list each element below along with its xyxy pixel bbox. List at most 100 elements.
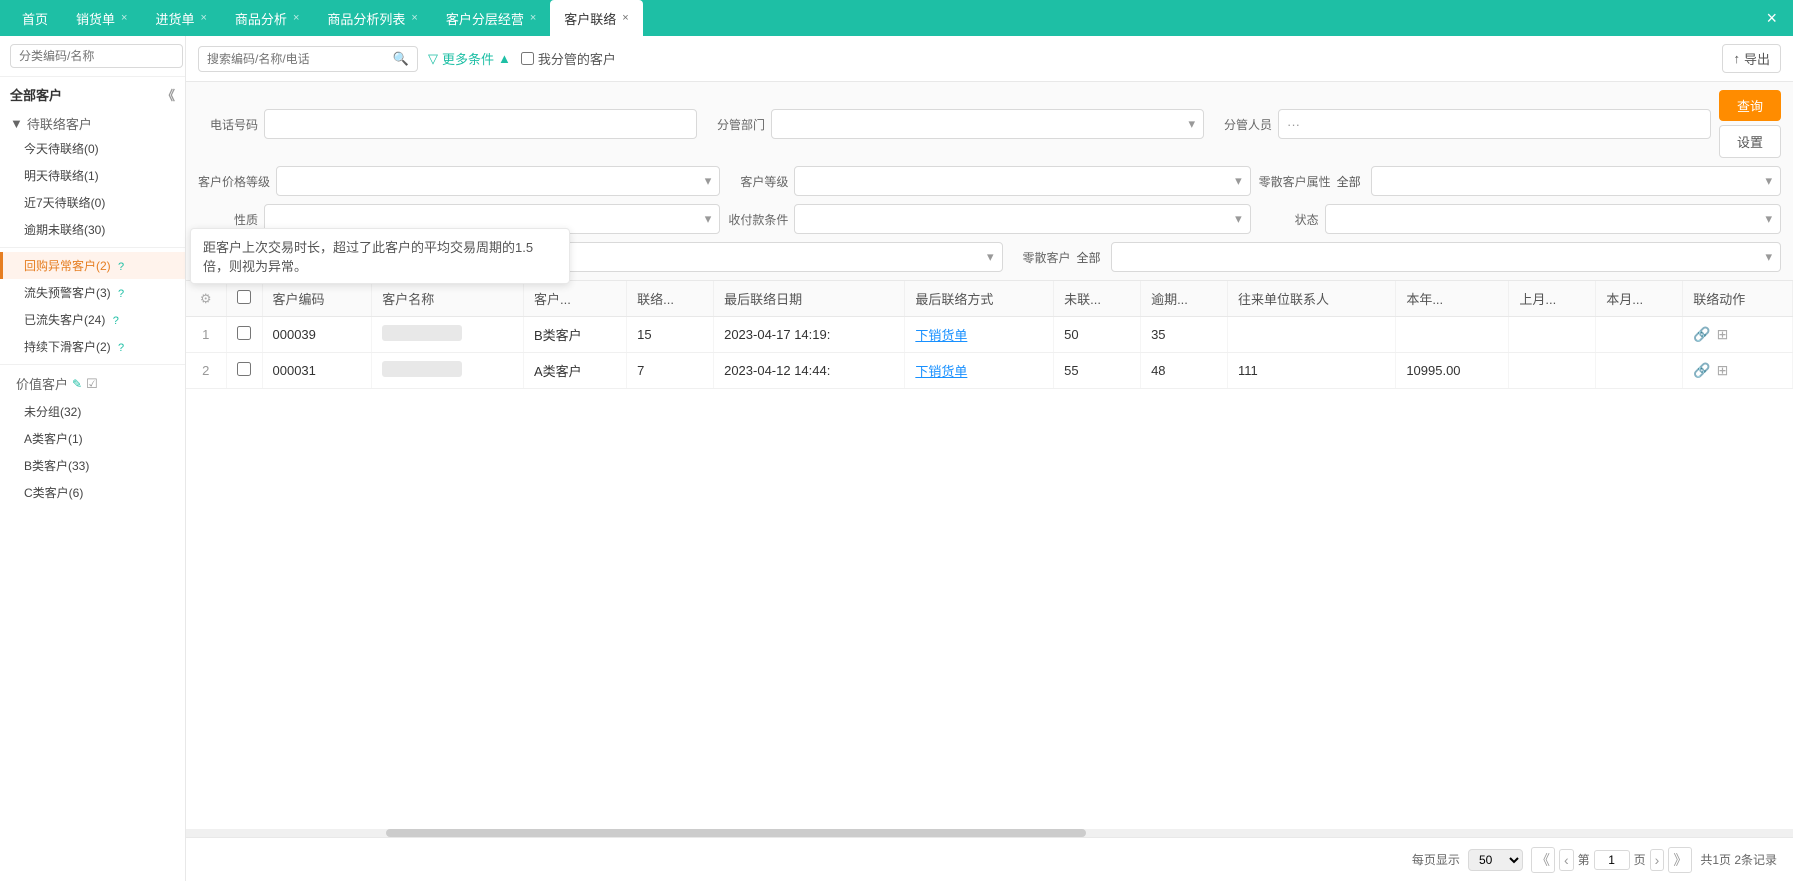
select-all-checkbox[interactable] [237,290,251,304]
scatter-attr-select[interactable]: ▾ [1371,166,1781,196]
sidebar-item-class-c[interactable]: C类客户(6) [0,479,185,506]
prev-page-button[interactable]: ‹ [1559,849,1574,871]
data-table-container: ⚙ 客户编码 客户名称 客户... 联络... 最后联络日期 最后联络方式 未联… [186,281,1793,829]
row-action-link-icon[interactable]: 🔗 [1693,326,1710,343]
dept-select[interactable]: ▾ [771,109,1204,139]
filter-bar: 🔍 ▽ 更多条件 ▲ 我分管的客户 ↑ 导出 [186,36,1793,82]
sidebar-item-7days-pending[interactable]: 近7天待联络(0) [0,189,185,216]
settings-button[interactable]: 设置 [1719,125,1781,158]
col-header-gear[interactable]: ⚙ [186,281,226,317]
sidebar-item-class-b[interactable]: B类客户(33) [0,452,185,479]
sidebar-item-today-pending[interactable]: 今天待联络(0) [0,135,185,162]
scatter-customer-caret-icon: ▾ [1765,249,1772,265]
close-purchase-order-icon[interactable]: × [200,12,206,24]
table-gear-icon[interactable]: ⚙ [200,291,212,306]
nav-customer-contact[interactable]: 客户联络 × [550,0,642,36]
per-page-label: 每页显示 [1412,851,1460,868]
close-customer-contact-icon[interactable]: × [622,12,628,24]
filter-row-2: 客户价格等级 ▾ 客户等级 ▾ 零散客户属性 全部 [198,166,1781,196]
sidebar-item-class-a[interactable]: A类客户(1) [0,425,185,452]
sidebar-item-overdue-contact[interactable]: 逾期未联络(30) [0,216,185,243]
contact-method-link[interactable]: 下销货单 [915,364,967,379]
declining-info-icon[interactable]: ? [118,342,124,354]
sidebar-item-churned[interactable]: 已流失客户(24) ? [0,306,185,333]
filter-search-input[interactable] [207,52,393,66]
table-header-row: ⚙ 客户编码 客户名称 客户... 联络... 最后联络日期 最后联络方式 未联… [186,281,1793,317]
col-header-last-contact-method: 最后联络方式 [905,281,1054,317]
status-select[interactable]: ▾ [1325,204,1781,234]
col-header-last-contact-date: 最后联络日期 [714,281,905,317]
col-header-this-month: 本月... [1596,281,1683,317]
row-action-grid-icon[interactable]: ⊞ [1717,326,1729,343]
sidebar-value-group-header: 价值客户 ✎ ☑ [0,369,185,398]
churned-info-icon[interactable]: ? [113,315,119,327]
row-num: 2 [186,353,226,389]
row-action-grid-icon[interactable]: ⊞ [1717,362,1729,379]
row-check[interactable] [226,353,262,389]
nav-product-analysis[interactable]: 商品分析 × [221,0,313,36]
sidebar: 🔍 全部客户 《 ▼ 待联络客户 今天待联络(0) 明天待联络(1) 近7天待联… [0,36,186,881]
contact-method-link[interactable]: 下销货单 [915,328,967,343]
first-page-button[interactable]: 《 [1531,847,1555,873]
my-customers-check-input[interactable] [521,52,534,65]
current-page-input[interactable] [1594,850,1630,870]
content-area: 🔍 ▽ 更多条件 ▲ 我分管的客户 ↑ 导出 电话号码 [186,36,1793,881]
row-last-contact-method[interactable]: 下销货单 [905,353,1054,389]
sidebar-item-declining[interactable]: 持续下滑客户(2) ? [0,333,185,360]
col-header-check[interactable] [226,281,262,317]
churn-warning-info-icon[interactable]: ? [118,288,124,300]
row-last-month [1509,317,1596,353]
more-conditions-button[interactable]: ▽ 更多条件 ▲ [428,49,511,68]
query-button[interactable]: 查询 [1719,90,1781,121]
sidebar-item-unclassified[interactable]: 未分组(32) [0,398,185,425]
nav-purchase-order[interactable]: 进货单 × [141,0,220,36]
data-table: ⚙ 客户编码 客户名称 客户... 联络... 最后联络日期 最后联络方式 未联… [186,281,1793,389]
sidebar-search-input[interactable] [10,44,183,68]
my-customers-checkbox[interactable]: 我分管的客户 [521,49,616,68]
repurchase-info-icon[interactable]: ? [118,261,124,273]
sidebar-item-churn-warning[interactable]: 流失预警客户(3) ? [0,279,185,306]
nav-home[interactable]: 首页 [8,0,62,36]
sidebar-item-repurchase-anomaly[interactable]: 回购异常客户(2) ? [0,252,185,279]
row-name [372,317,524,353]
scatter-customer-select[interactable]: ▾ [1111,242,1782,272]
sidebar-collapse-icon[interactable]: 《 [162,85,175,104]
page-size-select[interactable]: 50 20 100 [1468,849,1523,871]
col-header-code: 客户编码 [262,281,372,317]
close-all-button[interactable]: × [1758,8,1785,29]
row-checkbox[interactable] [237,362,251,376]
horizontal-scrollbar[interactable] [186,829,1793,837]
row-checkbox[interactable] [237,326,251,340]
row-check[interactable] [226,317,262,353]
close-customer-tiering-icon[interactable]: × [530,12,536,24]
sidebar-group-pending[interactable]: ▼ 待联络客户 [0,108,185,135]
filter-field-payment: 收付款条件 ▾ [728,204,1250,234]
value-group-check-icon[interactable]: ☑ [86,376,98,392]
customer-level-select[interactable]: ▾ [794,166,1250,196]
next-page-button[interactable]: › [1650,849,1665,871]
row-action-link-icon[interactable]: 🔗 [1693,362,1710,379]
last-page-button[interactable]: 》 [1668,847,1692,873]
price-level-caret-icon: ▾ [705,173,712,189]
nav-sales-order[interactable]: 销货单 × [62,0,141,36]
price-level-select[interactable]: ▾ [276,166,720,196]
filter-field-scatter-attr: 零散客户属性 全部 ▾ [1259,166,1781,196]
manager-ellipsis[interactable]: ··· [1278,109,1711,139]
payment-select[interactable]: ▾ [794,204,1250,234]
row-last-contact-date: 2023-04-12 14:44: [714,353,905,389]
nav-customer-tiering[interactable]: 客户分层经营 × [432,0,550,36]
col-header-contact-count: 联络... [627,281,714,317]
nature-caret-icon: ▾ [705,211,712,227]
scroll-thumb[interactable] [386,829,1086,837]
close-sales-order-icon[interactable]: × [121,12,127,24]
value-group-edit-icon[interactable]: ✎ [72,377,82,391]
close-product-analysis-list-icon[interactable]: × [411,12,417,24]
row-last-contact-method[interactable]: 下销货单 [905,317,1054,353]
sidebar-item-tomorrow-pending[interactable]: 明天待联络(1) [0,162,185,189]
status-label: 状态 [1259,211,1319,228]
filter-search-icon[interactable]: 🔍 [393,51,409,67]
close-product-analysis-icon[interactable]: × [293,12,299,24]
phone-input[interactable] [264,109,697,139]
export-button[interactable]: ↑ 导出 [1722,44,1781,73]
nav-product-analysis-list[interactable]: 商品分析列表 × [313,0,431,36]
